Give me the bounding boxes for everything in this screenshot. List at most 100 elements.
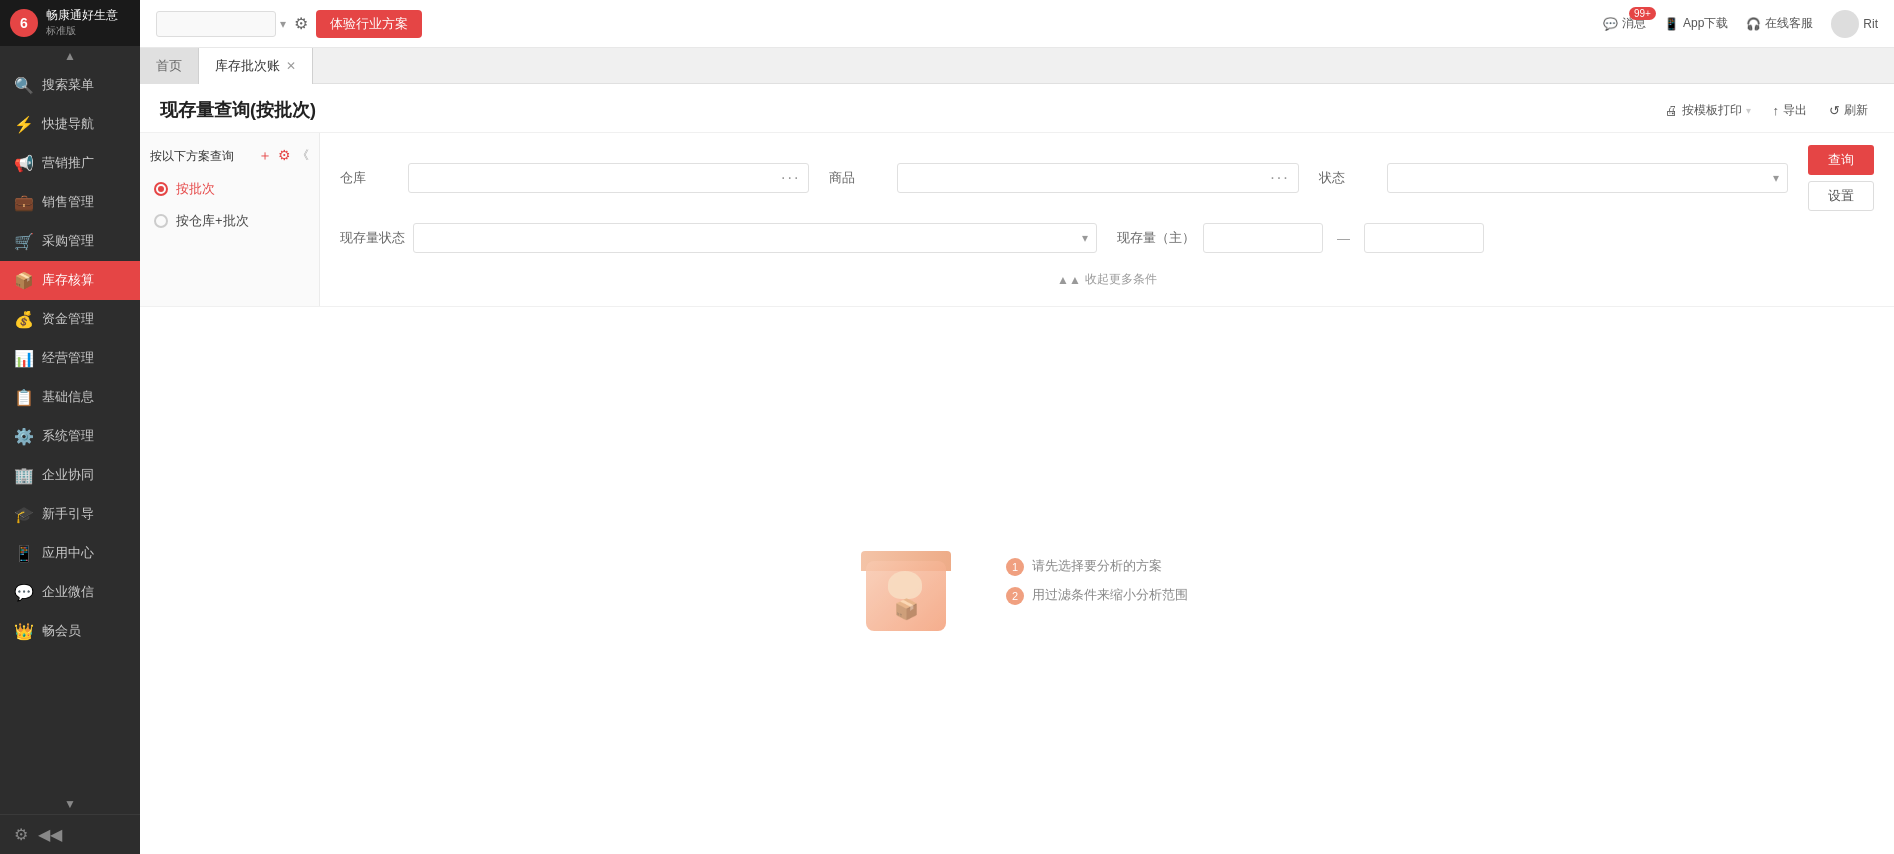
sidebar-item-operations[interactable]: 📊 经营管理 [0, 339, 140, 378]
inv-status-chevron-icon[interactable]: ▾ [1082, 231, 1088, 245]
warehouse-input-wrap[interactable]: ··· [408, 163, 809, 193]
sidebar-label-newguide: 新手引导 [42, 505, 94, 523]
sidebar-item-inventory[interactable]: 📦 库存核算 [0, 261, 140, 300]
sidebar-item-marketing[interactable]: 📢 营销推广 [0, 144, 140, 183]
app-title-group: 畅康通好生意 标准版 [46, 8, 118, 38]
tab-home[interactable]: 首页 [140, 48, 199, 84]
add-filter-button[interactable]: ＋ [258, 147, 272, 165]
experience-button[interactable]: 体验行业方案 [316, 10, 422, 38]
warehouse-label: 仓库 [340, 169, 400, 187]
query-button[interactable]: 查询 [1808, 145, 1874, 175]
export-button[interactable]: ↑ 导出 [1767, 99, 1814, 122]
newguide-icon: 🎓 [14, 505, 34, 524]
tab-inventory-batch[interactable]: 库存批次账 ✕ [199, 48, 313, 84]
sidebar-item-wechat[interactable]: 💬 企业微信 [0, 573, 140, 612]
filter-option-warehouse-batch[interactable]: 按仓库+批次 [140, 205, 319, 237]
topbar-chevron-icon[interactable]: ▾ [280, 17, 286, 31]
sidebar-item-search[interactable]: 🔍 搜索菜单 [0, 66, 140, 105]
settings-button[interactable]: 设置 [1808, 181, 1874, 211]
service-icon: 🎧 [1746, 17, 1761, 31]
sidebar-label-purchase: 采购管理 [42, 232, 94, 250]
print-label: 按模板打印 [1682, 102, 1742, 119]
product-label: 商品 [829, 169, 889, 187]
topbar: ▾ ⚙ 体验行业方案 💬 消息 99+ 📱 App下载 🎧 在线客服 Rit [140, 0, 1894, 48]
hint-num-2: 2 [1006, 587, 1024, 605]
filter-header-left: 按以下方案查询 [150, 148, 234, 165]
collapse-more-button[interactable]: ▲▲ 收起更多条件 [340, 265, 1874, 294]
refresh-button[interactable]: ↺ 刷新 [1823, 99, 1874, 122]
product-dots[interactable]: ··· [1270, 169, 1289, 187]
sales-icon: 💼 [14, 193, 34, 212]
page-actions: 🖨 按模板打印 ▾ ↑ 导出 ↺ 刷新 [1659, 99, 1875, 122]
empty-hint-2: 2 用过滤条件来缩小分析范围 [1006, 586, 1188, 605]
tab-inventory-batch-label: 库存批次账 [215, 57, 280, 75]
box-icon: 📦 [894, 597, 919, 621]
collapse-footer-icon[interactable]: ◀◀ [38, 825, 62, 844]
user-menu[interactable]: Rit [1831, 10, 1878, 38]
search-icon: 🔍 [14, 76, 34, 95]
sidebar-item-basics[interactable]: 📋 基础信息 [0, 378, 140, 417]
scroll-down-arrow[interactable]: ▼ [0, 794, 140, 814]
system-icon: ⚙️ [14, 427, 34, 446]
product-input-wrap[interactable]: ··· [897, 163, 1298, 193]
product-input[interactable] [906, 171, 1270, 185]
filter-option-batch[interactable]: 按批次 [140, 173, 319, 205]
marketing-icon: 📢 [14, 154, 34, 173]
app-subtitle: 标准版 [46, 24, 118, 38]
operations-icon: 📊 [14, 349, 34, 368]
filter-option-warehouse-label: 按仓库+批次 [176, 212, 249, 230]
sidebar-label-finance: 资金管理 [42, 310, 94, 328]
print-button[interactable]: 🖨 按模板打印 ▾ [1659, 99, 1757, 122]
hint-text-1: 请先选择要分析的方案 [1032, 557, 1162, 575]
online-service-label: 在线客服 [1765, 15, 1813, 32]
collapse-filter-panel-button[interactable]: 《 [297, 147, 309, 165]
app-download-button[interactable]: 📱 App下载 [1664, 15, 1728, 32]
status-chevron-icon[interactable]: ▾ [1773, 171, 1779, 185]
finance-icon: 💰 [14, 310, 34, 329]
sidebar-item-enterprise[interactable]: 🏢 企业协同 [0, 456, 140, 495]
print-icon: 🖨 [1665, 103, 1678, 118]
messages-badge: 99+ [1629, 7, 1656, 20]
hint-text-2: 用过滤条件来缩小分析范围 [1032, 586, 1188, 604]
inventory-qty-to-input[interactable] [1373, 231, 1523, 245]
refresh-label: 刷新 [1844, 102, 1868, 119]
inventory-qty-to[interactable] [1364, 223, 1484, 253]
tab-home-label: 首页 [156, 57, 182, 75]
edit-filter-button[interactable]: ⚙ [278, 147, 291, 165]
messages-button[interactable]: 💬 消息 99+ [1603, 15, 1646, 32]
settings-footer-icon[interactable]: ⚙ [14, 825, 28, 844]
sidebar-item-purchase[interactable]: 🛒 采购管理 [0, 222, 140, 261]
filter-row-2: 现存量状态 ▾ 现存量（主） — [340, 223, 1874, 253]
sidebar-item-sales[interactable]: 💼 销售管理 [0, 183, 140, 222]
warehouse-input[interactable] [417, 171, 781, 185]
sidebar-item-member[interactable]: 👑 畅会员 [0, 612, 140, 651]
user-avatar [1831, 10, 1859, 38]
purchase-icon: 🛒 [14, 232, 34, 251]
sidebar-item-finance[interactable]: 💰 资金管理 [0, 300, 140, 339]
sidebar-item-system[interactable]: ⚙️ 系统管理 [0, 417, 140, 456]
inventory-status-input[interactable] [422, 231, 1078, 245]
online-service-button[interactable]: 🎧 在线客服 [1746, 15, 1813, 32]
status-input[interactable] [1396, 171, 1769, 185]
sidebar-label-quicknav: 快捷导航 [42, 115, 94, 133]
sidebar-item-newguide[interactable]: 🎓 新手引导 [0, 495, 140, 534]
wechat-icon: 💬 [14, 583, 34, 602]
scroll-up-arrow[interactable]: ▲ [0, 46, 140, 66]
status-field: 状态 ▾ [1319, 163, 1788, 193]
app-title: 畅康通好生意 [46, 8, 118, 24]
sidebar-item-appcenter[interactable]: 📱 应用中心 [0, 534, 140, 573]
status-label: 状态 [1319, 169, 1379, 187]
tab-close-icon[interactable]: ✕ [286, 59, 296, 73]
face-shape [888, 571, 922, 599]
status-input-wrap[interactable]: ▾ [1387, 163, 1788, 193]
topbar-gear-icon[interactable]: ⚙ [290, 10, 312, 37]
topbar-search-input[interactable] [156, 11, 276, 37]
sidebar-item-quicknav[interactable]: ⚡ 快捷导航 [0, 105, 140, 144]
inventory-qty-from-input[interactable] [1212, 231, 1362, 245]
inventory-qty-from[interactable] [1203, 223, 1323, 253]
page-title: 现存量查询(按批次) [160, 98, 316, 122]
warehouse-field: 仓库 ··· [340, 163, 809, 193]
inventory-status-wrap[interactable]: ▾ [413, 223, 1097, 253]
warehouse-dots[interactable]: ··· [781, 169, 800, 187]
filter-sidebar: 按以下方案查询 ＋ ⚙ 《 按批次 按仓库+批次 [140, 133, 320, 306]
